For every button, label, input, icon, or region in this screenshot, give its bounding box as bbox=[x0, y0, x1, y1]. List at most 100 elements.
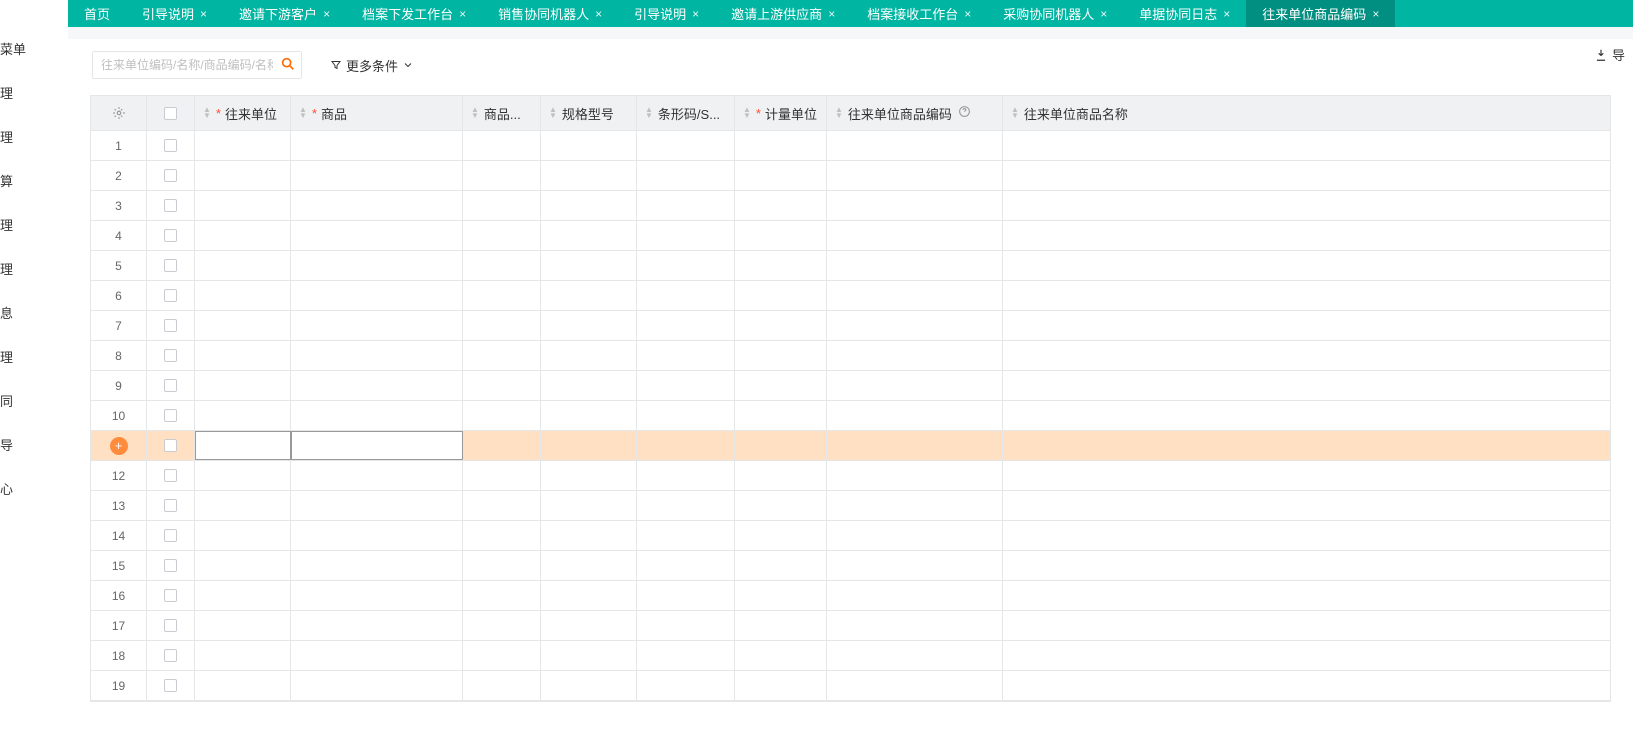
row-checkbox[interactable] bbox=[164, 529, 177, 542]
column-header-partcode[interactable]: ▲▼往来单位商品编码 bbox=[827, 96, 1003, 130]
left-sidebar: 菜单理理算理理息理同导心 bbox=[0, 28, 30, 728]
close-icon[interactable]: × bbox=[1223, 7, 1230, 21]
column-header-partner[interactable]: ▲▼*往来单位 bbox=[195, 96, 291, 130]
row-checkbox[interactable] bbox=[164, 259, 177, 272]
row-checkbox[interactable] bbox=[164, 439, 177, 452]
cell-partner[interactable] bbox=[195, 431, 291, 460]
row-checkbox[interactable] bbox=[164, 139, 177, 152]
search-icon[interactable] bbox=[280, 56, 296, 72]
search-wrap bbox=[92, 51, 302, 79]
sort-icon[interactable]: ▲▼ bbox=[471, 107, 479, 119]
row-checkbox[interactable] bbox=[164, 559, 177, 572]
cell-unit bbox=[735, 131, 827, 160]
cell-partcode bbox=[827, 671, 1003, 700]
sidebar-item[interactable]: 理 bbox=[0, 336, 30, 380]
row-checkbox[interactable] bbox=[164, 469, 177, 482]
row-checkbox[interactable] bbox=[164, 349, 177, 362]
sidebar-item[interactable]: 理 bbox=[0, 204, 30, 248]
sidebar-item[interactable]: 心 bbox=[0, 468, 30, 512]
table: ▲▼*往来单位▲▼*商品▲▼商品...▲▼规格型号▲▼条形码/S...▲▼*计量… bbox=[90, 95, 1611, 702]
row-checkbox[interactable] bbox=[164, 229, 177, 242]
row-checkbox[interactable] bbox=[164, 499, 177, 512]
cell-partner bbox=[195, 671, 291, 700]
tab[interactable]: 销售协同机器人× bbox=[482, 0, 618, 27]
cell-unit bbox=[735, 221, 827, 250]
close-icon[interactable]: × bbox=[200, 7, 207, 21]
tab[interactable]: 首页 bbox=[68, 0, 126, 27]
close-icon[interactable]: × bbox=[595, 7, 602, 21]
row-checkbox[interactable] bbox=[164, 649, 177, 662]
row-checkbox[interactable] bbox=[164, 169, 177, 182]
sidebar-item[interactable]: 息 bbox=[0, 292, 30, 336]
tab[interactable]: 档案接收工作台× bbox=[851, 0, 987, 27]
column-header-product[interactable]: ▲▼*商品 bbox=[291, 96, 463, 130]
tab[interactable]: 档案下发工作台× bbox=[346, 0, 482, 27]
help-icon[interactable] bbox=[955, 105, 971, 121]
sidebar-item[interactable]: 理 bbox=[0, 72, 30, 116]
row-checkbox[interactable] bbox=[164, 289, 177, 302]
cell-barcode bbox=[637, 431, 735, 460]
export-button[interactable]: 导 bbox=[1586, 39, 1633, 70]
cell-prodname bbox=[463, 131, 541, 160]
sort-icon[interactable]: ▲▼ bbox=[645, 107, 653, 119]
row-checkbox[interactable] bbox=[164, 619, 177, 632]
column-header-barcode[interactable]: ▲▼条形码/S... bbox=[637, 96, 735, 130]
close-icon[interactable]: × bbox=[1100, 7, 1107, 21]
more-conditions[interactable]: 更多条件 bbox=[330, 56, 414, 75]
sidebar-item[interactable] bbox=[0, 512, 30, 556]
column-header-partname[interactable]: ▲▼往来单位商品名称 bbox=[1003, 96, 1610, 130]
add-row-button[interactable]: + bbox=[110, 437, 128, 455]
tab[interactable]: 引导说明 × bbox=[126, 0, 223, 27]
cell-product bbox=[291, 341, 463, 370]
sort-icon[interactable]: ▲▼ bbox=[203, 107, 211, 119]
tab[interactable]: 引导说明× bbox=[618, 0, 715, 27]
checkbox-all[interactable] bbox=[164, 107, 177, 120]
table-row: 15 bbox=[91, 551, 1610, 581]
column-header-unit[interactable]: ▲▼*计量单位 bbox=[735, 96, 827, 130]
cell-prodname bbox=[463, 191, 541, 220]
sort-icon[interactable]: ▲▼ bbox=[549, 107, 557, 119]
column-header-spec[interactable]: ▲▼规格型号 bbox=[541, 96, 637, 130]
column-header-prodname[interactable]: ▲▼商品... bbox=[463, 96, 541, 130]
close-icon[interactable]: × bbox=[1372, 7, 1379, 21]
sidebar-item[interactable]: 算 bbox=[0, 160, 30, 204]
sidebar-item[interactable]: 导 bbox=[0, 424, 30, 468]
sidebar-item[interactable]: 同 bbox=[0, 380, 30, 424]
row-checkbox[interactable] bbox=[164, 379, 177, 392]
cell-unit bbox=[735, 251, 827, 280]
close-icon[interactable]: × bbox=[323, 7, 330, 21]
search-input[interactable] bbox=[92, 51, 302, 79]
row-checkbox[interactable] bbox=[164, 589, 177, 602]
sidebar-item[interactable]: 理 bbox=[0, 248, 30, 292]
column-settings[interactable] bbox=[91, 96, 147, 130]
close-icon[interactable]: × bbox=[692, 7, 699, 21]
tab[interactable]: 邀请上游供应商× bbox=[715, 0, 851, 27]
sort-icon[interactable]: ▲▼ bbox=[743, 107, 751, 119]
row-checkbox[interactable] bbox=[164, 319, 177, 332]
row-checkbox-cell bbox=[147, 281, 195, 310]
cell-spec bbox=[541, 371, 637, 400]
cell-partner bbox=[195, 521, 291, 550]
row-checkbox[interactable] bbox=[164, 679, 177, 692]
tab[interactable]: 单据协同日志× bbox=[1123, 0, 1246, 27]
close-icon[interactable]: × bbox=[828, 7, 835, 21]
sort-icon[interactable]: ▲▼ bbox=[1011, 107, 1019, 119]
sort-icon[interactable]: ▲▼ bbox=[299, 107, 307, 119]
row-checkbox-cell bbox=[147, 371, 195, 400]
close-icon[interactable]: × bbox=[964, 7, 971, 21]
column-checkbox-header[interactable] bbox=[147, 96, 195, 130]
sidebar-item[interactable]: 菜单 bbox=[0, 28, 30, 72]
tab[interactable]: 往来单位商品编码× bbox=[1246, 0, 1395, 27]
tab[interactable]: 邀请下游客户× bbox=[223, 0, 346, 27]
sidebar-item[interactable]: 理 bbox=[0, 116, 30, 160]
sort-icon[interactable]: ▲▼ bbox=[835, 107, 843, 119]
required-marker: * bbox=[756, 106, 761, 121]
row-checkbox[interactable] bbox=[164, 199, 177, 212]
row-checkbox[interactable] bbox=[164, 409, 177, 422]
tab-label: 引导说明 bbox=[142, 4, 194, 23]
tab[interactable]: 采购协同机器人× bbox=[987, 0, 1123, 27]
cell-product[interactable] bbox=[291, 431, 463, 460]
table-row: 5 bbox=[91, 251, 1610, 281]
close-icon[interactable]: × bbox=[459, 7, 466, 21]
cell-product bbox=[291, 611, 463, 640]
